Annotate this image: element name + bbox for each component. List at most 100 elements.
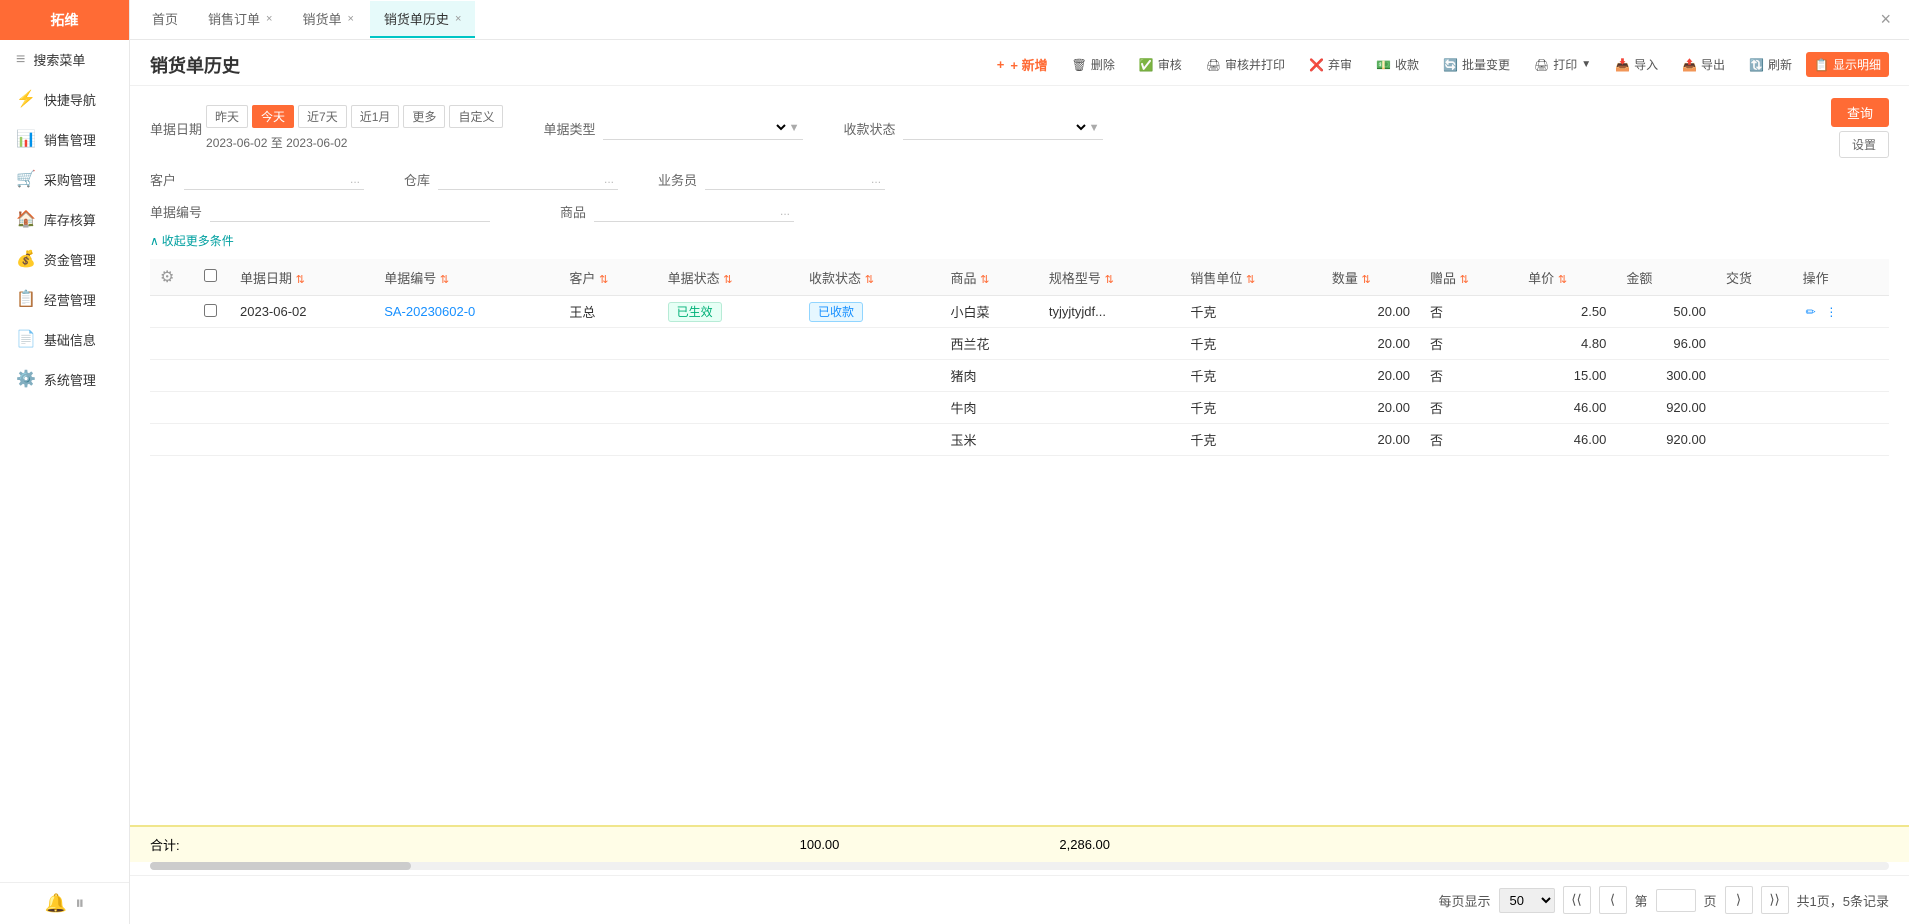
show-detail-button[interactable]: 📋 显示明细 [1806, 52, 1889, 77]
delete-button[interactable]: 🗑 删除 [1062, 51, 1125, 78]
spec-sort-icon[interactable]: ⇅ [1105, 274, 1114, 286]
col-doc-num: 单据编号 ⇅ [374, 259, 559, 296]
sidebar-item-system-mgmt[interactable]: ⚙️ 系统管理 [0, 359, 129, 399]
select-all-checkbox[interactable] [204, 269, 217, 282]
qty-sort-icon[interactable]: ⇅ [1362, 274, 1371, 286]
warehouse-dots[interactable]: ... [604, 172, 614, 186]
gift-sort-icon[interactable]: ⇅ [1460, 274, 1469, 286]
row-customer: 王总 [559, 296, 657, 328]
per-page-label: 每页显示 [1438, 891, 1490, 910]
doc-num-sort-icon[interactable]: ⇅ [440, 274, 449, 286]
first-page-button[interactable]: ⟨⟨ [1563, 886, 1591, 914]
tab-home[interactable]: 首页 [138, 1, 192, 38]
date-range-display: 2023-06-02 至 2023-06-02 [206, 134, 503, 151]
row-unit: 千克 [1180, 392, 1321, 424]
export-button[interactable]: 📤 导出 [1672, 51, 1735, 78]
customer-input[interactable] [188, 171, 350, 186]
tab-sales-order[interactable]: 销售订单 × [194, 1, 286, 38]
sidebar-item-quick-nav[interactable]: ⚡ 快捷导航 [0, 79, 129, 119]
op-btn-1[interactable]: ⋮ [1825, 305, 1837, 319]
sidebar-item-basic-info[interactable]: 📄 基础信息 [0, 319, 129, 359]
customer-sort-icon[interactable]: ⇅ [599, 274, 608, 286]
last-page-button[interactable]: ⟩⟩ [1761, 886, 1789, 914]
tab-sales-goods[interactable]: 销货单 × [288, 1, 367, 38]
notification-icon[interactable]: 🔔 [45, 893, 67, 914]
collect-button[interactable]: 💵 收款 [1366, 51, 1429, 78]
table-row: 西兰花 千克 20.00 否 4.80 96.00 [150, 328, 1889, 360]
window-close-button[interactable]: × [1880, 9, 1901, 30]
staff-input[interactable] [709, 171, 871, 186]
warehouse-input[interactable] [442, 171, 604, 186]
doc-type-select-wrap: ▼ [603, 116, 803, 140]
row-qty: 20.00 [1322, 360, 1420, 392]
page-content: 销货单历史 + + 新增 🗑 删除 ✅ 审核 🖨 审核并打印 [130, 40, 1909, 924]
import-button[interactable]: 📥 导入 [1605, 51, 1668, 78]
date-btn-7days[interactable]: 近7天 [298, 105, 347, 128]
new-button[interactable]: + + 新增 [987, 50, 1058, 79]
goods-dots[interactable]: ... [780, 204, 790, 218]
doc-status-sort-icon[interactable]: ⇅ [723, 274, 732, 286]
row-collect-status: 已收款 [799, 296, 940, 328]
customer-dots[interactable]: ... [350, 172, 360, 186]
next-page-button[interactable]: ⟩ [1725, 886, 1753, 914]
goods-input[interactable] [598, 203, 780, 218]
row-customer [559, 360, 657, 392]
scrollbar-thumb[interactable] [150, 862, 411, 870]
audit-button[interactable]: ✅ 审核 [1129, 51, 1192, 78]
doc-type-select[interactable] [607, 119, 788, 136]
goods-label: 商品 [560, 202, 586, 221]
row-ops [1793, 392, 1889, 424]
per-page-select[interactable]: 50 100 200 [1499, 888, 1555, 913]
collect-status-sort-icon[interactable]: ⇅ [865, 274, 874, 286]
horizontal-scrollbar[interactable] [150, 862, 1889, 870]
collect-status-select[interactable] [907, 119, 1088, 136]
tab-sales-goods-close[interactable]: × [347, 13, 353, 25]
sidebar-item-label: 搜索菜单 [33, 50, 85, 69]
sidebar-item-sales-mgmt[interactable]: 📊 销售管理 [0, 119, 129, 159]
date-btn-custom[interactable]: 自定义 [449, 105, 503, 128]
row-unit: 千克 [1180, 360, 1321, 392]
doc-date-sort-icon[interactable]: ⇅ [296, 274, 305, 286]
abandon-button[interactable]: ❌ 弃审 [1299, 51, 1362, 78]
export-icon: 📤 [1682, 58, 1697, 72]
sidebar-item-inventory-calc[interactable]: 🏠 库存核算 [0, 199, 129, 239]
date-btn-1month[interactable]: 近1月 [351, 105, 400, 128]
query-button[interactable]: 查询 [1831, 98, 1889, 127]
date-btn-today[interactable]: 今天 [252, 105, 294, 128]
pause-icon[interactable]: ⏸ [75, 893, 84, 914]
docnum-input[interactable] [214, 203, 486, 218]
doc-num-link[interactable]: SA-20230602-0 [384, 304, 475, 319]
prev-page-button[interactable]: ⟨ [1599, 886, 1627, 914]
sidebar-item-funds-mgmt[interactable]: 💰 资金管理 [0, 239, 129, 279]
row-ops [1793, 328, 1889, 360]
date-btn-more[interactable]: 更多 [403, 105, 445, 128]
page-number-input[interactable]: 1 [1656, 889, 1696, 912]
date-btn-yesterday[interactable]: 昨天 [206, 105, 248, 128]
audit-print-button[interactable]: 🖨 审核并打印 [1196, 51, 1295, 78]
goods-sort-icon[interactable]: ⇅ [980, 274, 989, 286]
batch-change-button[interactable]: 🔄 批量变更 [1433, 51, 1520, 78]
import-icon: 📥 [1615, 58, 1630, 72]
settings-button[interactable]: 设置 [1839, 131, 1889, 158]
sidebar-item-search-menu[interactable]: ≡ 搜索菜单 [0, 40, 129, 79]
tab-bar: 首页 销售订单 × 销货单 × 销货单历史 × × [130, 0, 1909, 40]
unit-sort-icon[interactable]: ⇅ [1246, 274, 1255, 286]
row-collect-status [799, 424, 940, 456]
refresh-button[interactable]: 🔃 刷新 [1739, 51, 1802, 78]
op-btn-0[interactable]: ✏ [1806, 305, 1816, 319]
row-checkbox[interactable] [204, 304, 217, 317]
tab-sales-order-close[interactable]: × [266, 13, 272, 25]
print-button[interactable]: 🖨 打印 ▼ [1524, 51, 1601, 78]
table-settings-icon[interactable]: ⚙ [160, 269, 174, 286]
row-qty: 20.00 [1322, 328, 1420, 360]
tab-sales-history-close[interactable]: × [455, 13, 461, 25]
row-gift: 否 [1420, 328, 1518, 360]
sidebar-item-purchase-mgmt[interactable]: 🛒 采购管理 [0, 159, 129, 199]
price-sort-icon[interactable]: ⇅ [1558, 274, 1567, 286]
sidebar-item-ops-mgmt[interactable]: 📋 经营管理 [0, 279, 129, 319]
staff-dots[interactable]: ... [871, 172, 881, 186]
collapse-filter-button[interactable]: ∧ 收起更多条件 [150, 232, 1889, 249]
collect-icon: 💵 [1376, 58, 1391, 72]
tab-sales-history[interactable]: 销货单历史 × [370, 1, 475, 38]
row-customer [559, 392, 657, 424]
